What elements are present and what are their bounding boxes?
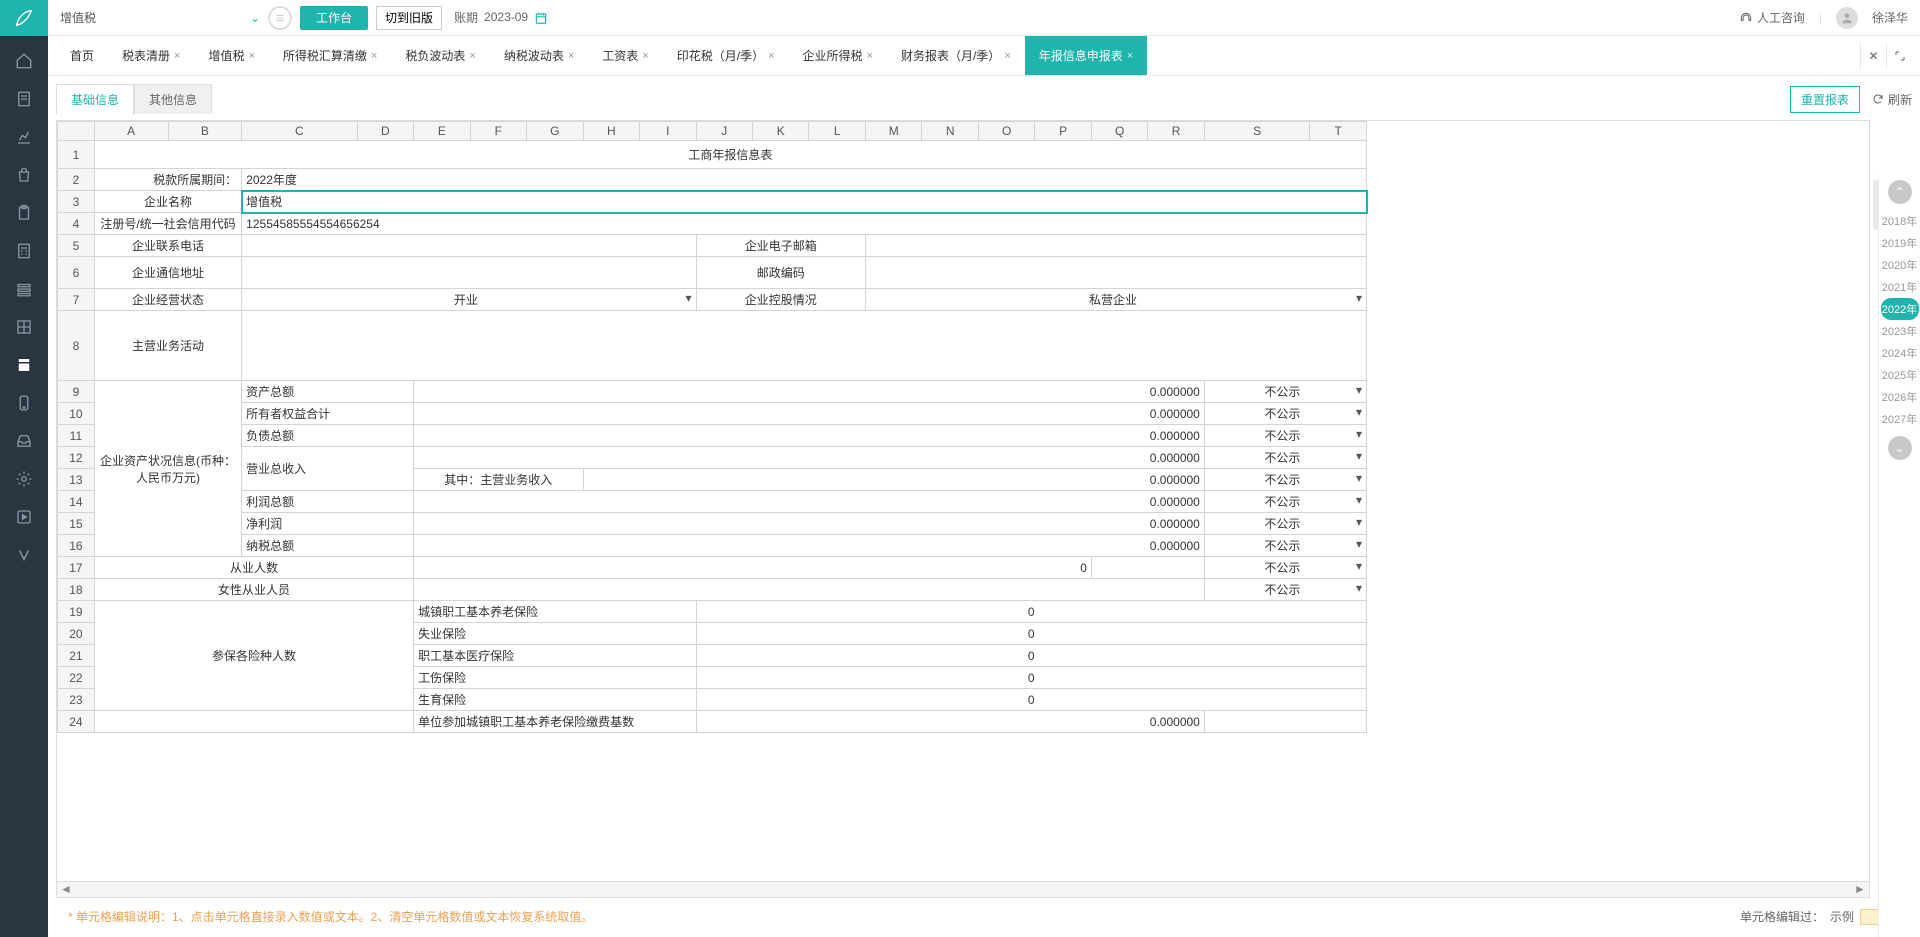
- spreadsheet: ABCDEFGHIJKLMNOPQRST 1工商年报信息表 2税款所属期间：20…: [56, 120, 1870, 898]
- tab-close-icon[interactable]: ×: [1004, 50, 1010, 62]
- tab-工资表[interactable]: 工资表×: [588, 36, 662, 75]
- horizontal-scrollbar[interactable]: ◄►: [57, 881, 1869, 897]
- tab-close-icon[interactable]: ×: [371, 50, 377, 62]
- tab-税负波动表[interactable]: 税负波动表×: [391, 36, 489, 75]
- fullscreen-button[interactable]: [1886, 43, 1912, 69]
- top-header: 增值税 ⌄ 工作台 切到旧版 账期 2023-09 人工咨询 |: [48, 0, 1920, 36]
- support-link[interactable]: 人工咨询: [1739, 9, 1805, 26]
- clipboard-icon[interactable]: [15, 204, 33, 222]
- tab-税表清册[interactable]: 税表清册×: [108, 36, 194, 75]
- left-sidebar: [0, 0, 48, 937]
- tab-首页[interactable]: 首页: [56, 36, 108, 75]
- col-S[interactable]: S: [1204, 122, 1310, 141]
- col-H[interactable]: H: [583, 122, 639, 141]
- col-T[interactable]: T: [1310, 122, 1367, 141]
- grid-icon[interactable]: [15, 318, 33, 336]
- chevron-down-icon: ⌄: [250, 11, 260, 25]
- tab-印花税（月/季）[interactable]: 印花税（月/季）×: [663, 36, 789, 75]
- calc-icon[interactable]: [15, 242, 33, 260]
- year-2019年[interactable]: 2019年: [1881, 232, 1919, 254]
- col-L[interactable]: L: [809, 122, 865, 141]
- close-all-button[interactable]: ✕: [1860, 43, 1886, 69]
- tab-close-icon[interactable]: ×: [469, 50, 475, 62]
- gear-icon[interactable]: [15, 470, 33, 488]
- tab-所得税汇算清缴[interactable]: 所得税汇算清缴×: [269, 36, 391, 75]
- period-label: 账期: [454, 9, 478, 26]
- report-icon[interactable]: [15, 356, 33, 374]
- subtab-other[interactable]: 其他信息: [134, 84, 212, 114]
- col-E[interactable]: E: [414, 122, 470, 141]
- app-logo[interactable]: [0, 0, 48, 36]
- v-icon[interactable]: [15, 546, 33, 564]
- company-name-cell[interactable]: 增值税: [242, 191, 1367, 213]
- tab-close-icon[interactable]: ×: [568, 50, 574, 62]
- tab-纳税波动表[interactable]: 纳税波动表×: [490, 36, 588, 75]
- year-nav: ⌃ 2018年2019年2020年2021年2022年2023年2024年202…: [1878, 174, 1920, 937]
- home-icon[interactable]: [15, 52, 33, 70]
- reset-button[interactable]: 重置报表: [1790, 86, 1860, 113]
- tab-bar: 首页税表清册×增值税×所得税汇算清缴×税负波动表×纳税波动表×工资表×印花税（月…: [48, 36, 1920, 76]
- col-D[interactable]: D: [357, 122, 413, 141]
- phone-icon[interactable]: [15, 394, 33, 412]
- nav-menu: [0, 36, 48, 937]
- year-down-button[interactable]: ⌄: [1888, 436, 1912, 460]
- tab-财务报表（月/季）[interactable]: 财务报表（月/季）×: [887, 36, 1025, 75]
- tab-close-icon[interactable]: ×: [174, 50, 180, 62]
- tab-年报信息申报表[interactable]: 年报信息申报表×: [1025, 36, 1147, 75]
- col-C[interactable]: C: [242, 122, 357, 141]
- avatar[interactable]: [1836, 7, 1858, 29]
- calendar-icon[interactable]: [534, 11, 548, 25]
- col-P[interactable]: P: [1035, 122, 1091, 141]
- switch-old-button[interactable]: 切到旧版: [376, 6, 442, 30]
- col-N[interactable]: N: [922, 122, 978, 141]
- tab-close-icon[interactable]: ×: [248, 50, 254, 62]
- col-K[interactable]: K: [752, 122, 808, 141]
- col-O[interactable]: O: [978, 122, 1034, 141]
- year-2021年[interactable]: 2021年: [1881, 276, 1919, 298]
- tab-close-icon[interactable]: ×: [768, 50, 774, 62]
- tab-close-icon[interactable]: ×: [867, 50, 873, 62]
- col-B[interactable]: B: [168, 122, 242, 141]
- username[interactable]: 徐泽华: [1872, 9, 1908, 26]
- tab-close-icon[interactable]: ×: [1127, 50, 1133, 62]
- period-value[interactable]: 2023-09: [484, 10, 528, 25]
- company-name: 增值税: [60, 9, 96, 26]
- play-icon[interactable]: [15, 508, 33, 526]
- year-2027年[interactable]: 2027年: [1881, 408, 1919, 430]
- tab-增值税[interactable]: 增值税×: [194, 36, 268, 75]
- chart-icon[interactable]: [15, 128, 33, 146]
- col-J[interactable]: J: [696, 122, 752, 141]
- col-F[interactable]: F: [470, 122, 526, 141]
- workbench-button[interactable]: 工作台: [300, 6, 368, 30]
- year-2026年[interactable]: 2026年: [1881, 386, 1919, 408]
- footer-note: * 单元格编辑说明：1、点击单元格直接录入数值或文本。2、清空单元格数值或文本恢…: [68, 908, 593, 925]
- inbox-icon[interactable]: [15, 432, 33, 450]
- sheet-scroll[interactable]: ABCDEFGHIJKLMNOPQRST 1工商年报信息表 2税款所属期间：20…: [57, 121, 1869, 881]
- doc-icon[interactable]: [15, 90, 33, 108]
- building-icon[interactable]: [15, 280, 33, 298]
- year-up-button[interactable]: ⌃: [1888, 180, 1912, 204]
- company-selector[interactable]: 增值税 ⌄: [60, 9, 260, 26]
- year-2024年[interactable]: 2024年: [1881, 342, 1919, 364]
- col-I[interactable]: I: [640, 122, 696, 141]
- tab-企业所得税[interactable]: 企业所得税×: [789, 36, 887, 75]
- year-2022年[interactable]: 2022年: [1881, 298, 1919, 320]
- tab-close-icon[interactable]: ×: [642, 50, 648, 62]
- col-M[interactable]: M: [865, 122, 921, 141]
- col-Q[interactable]: Q: [1091, 122, 1147, 141]
- subtab-basic[interactable]: 基础信息: [56, 84, 134, 114]
- holding-select[interactable]: 私营企业: [865, 289, 1366, 311]
- year-2025年[interactable]: 2025年: [1881, 364, 1919, 386]
- refresh-button[interactable]: 刷新: [1872, 91, 1912, 108]
- list-toggle-button[interactable]: [268, 6, 292, 30]
- col-A[interactable]: A: [94, 122, 168, 141]
- col-R[interactable]: R: [1148, 122, 1204, 141]
- year-2023年[interactable]: 2023年: [1881, 320, 1919, 342]
- col-G[interactable]: G: [527, 122, 583, 141]
- year-2018年[interactable]: 2018年: [1881, 210, 1919, 232]
- year-2020年[interactable]: 2020年: [1881, 254, 1919, 276]
- status-select[interactable]: 开业: [242, 289, 696, 311]
- bag-icon[interactable]: [15, 166, 33, 184]
- sheet-title: 工商年报信息表: [94, 141, 1366, 169]
